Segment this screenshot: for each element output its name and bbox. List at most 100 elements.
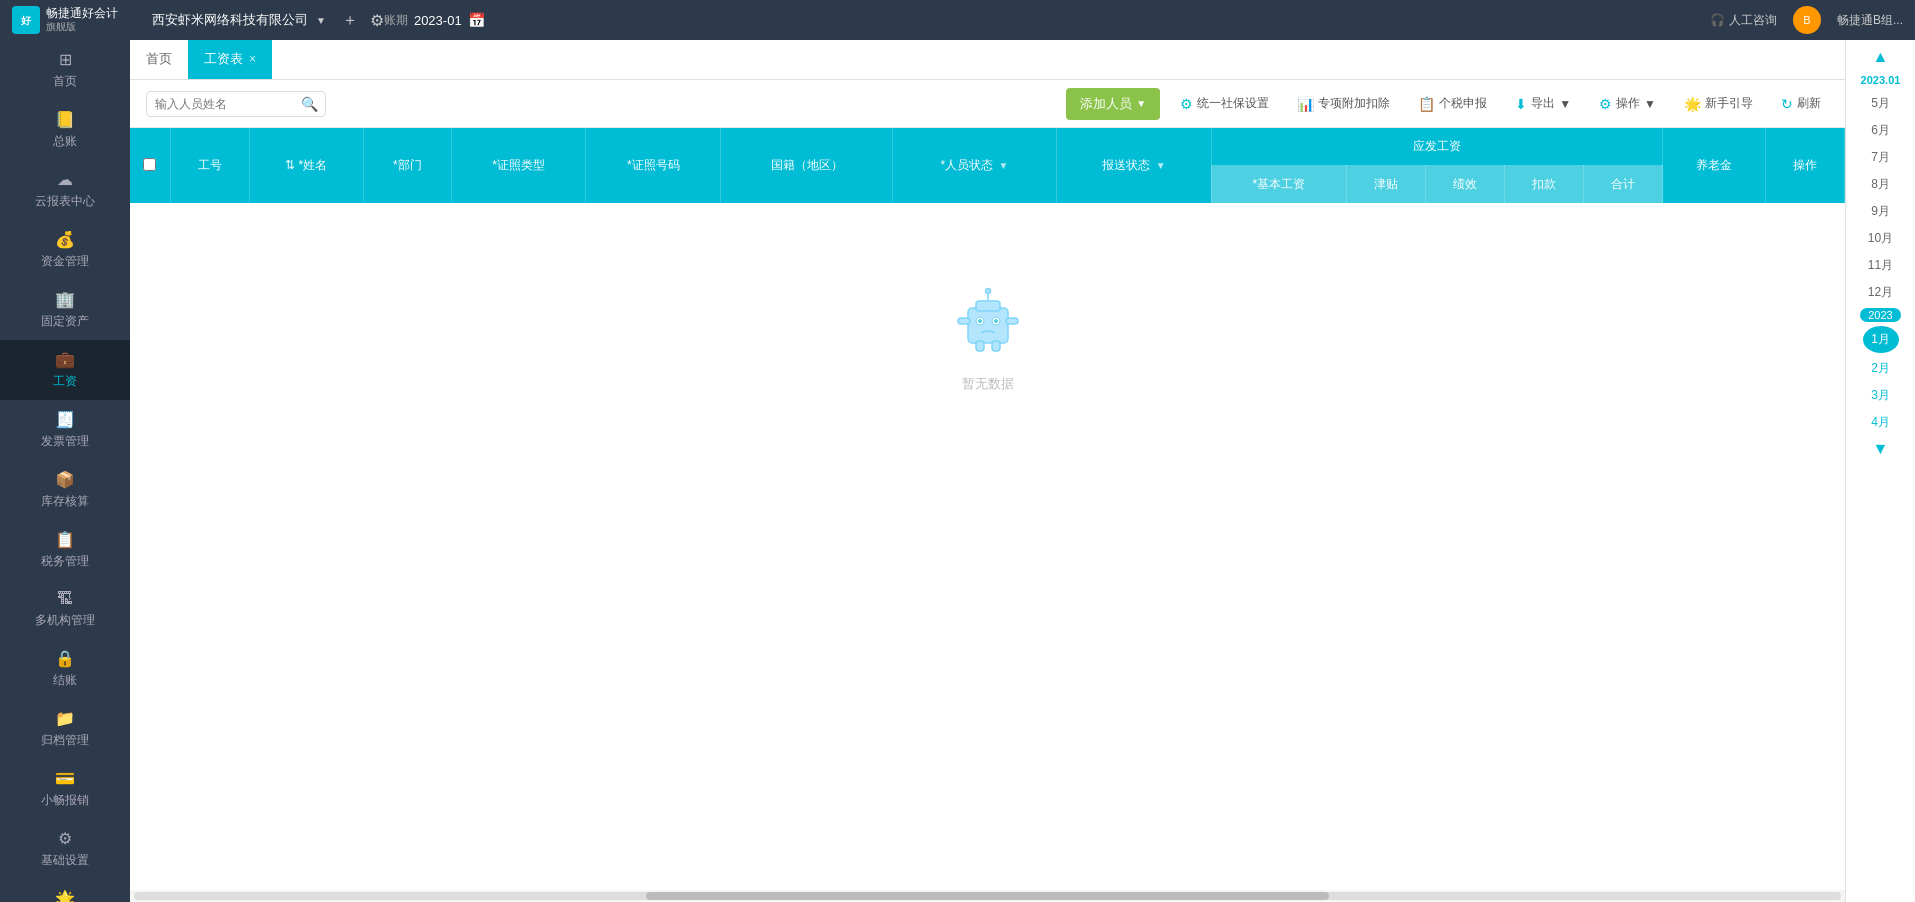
- sidebar-item-ledger[interactable]: 📒 总账: [0, 100, 130, 160]
- sidebar-item-archive[interactable]: 📁 归档管理: [0, 699, 130, 759]
- month-2023-2[interactable]: 2月: [1846, 355, 1915, 382]
- tab-salary-close[interactable]: ×: [249, 52, 256, 66]
- operations-label: 操作: [1616, 95, 1640, 112]
- sidebar-item-guide[interactable]: 🌟 新手引导: [0, 879, 130, 902]
- sidebar-item-multi[interactable]: 🏗 多机构管理: [0, 580, 130, 639]
- sidebar-item-fund[interactable]: 💰 资金管理: [0, 220, 130, 280]
- add-person-btn[interactable]: 添加人员 ▼: [1066, 88, 1160, 120]
- avatar-text: B: [1803, 14, 1810, 26]
- company-dropdown-icon[interactable]: ▼: [316, 15, 326, 26]
- sidebar-close-label: 结账: [53, 672, 77, 689]
- company-name: 西安虾米网络科技有限公司: [152, 11, 308, 29]
- sidebar-item-close[interactable]: 🔒 结账: [0, 639, 130, 699]
- user-name: 畅捷通B组...: [1837, 12, 1903, 29]
- social-settings-btn[interactable]: ⚙ 统一社保设置: [1172, 91, 1277, 116]
- sidebar-expense-label: 小畅报销: [41, 792, 89, 809]
- svg-text:好: 好: [20, 15, 32, 26]
- add-company-btn[interactable]: ＋: [342, 10, 358, 31]
- bottom-scrollbar[interactable]: [130, 890, 1845, 902]
- th-name: ⇅ *姓名: [249, 128, 363, 203]
- month-12[interactable]: 12月: [1846, 279, 1915, 306]
- period-label: 账期: [384, 12, 408, 29]
- top-header: 好 畅捷通好会计 旗舰版 西安虾米网络科技有限公司 ▼ ＋ ⚙ 账期 2023-…: [0, 0, 1915, 40]
- social-label: 统一社保设置: [1197, 95, 1269, 112]
- user-avatar: B: [1793, 6, 1821, 34]
- sidebar-settings-label: 基础设置: [41, 852, 89, 869]
- tab-salary-label: 工资表: [204, 50, 243, 68]
- sidebar-item-invoice[interactable]: 🧾 发票管理: [0, 400, 130, 460]
- svg-rect-12: [976, 341, 984, 351]
- period-calendar-icon[interactable]: 📅: [468, 12, 485, 28]
- month-9[interactable]: 9月: [1846, 198, 1915, 225]
- header-actions: ＋ ⚙: [342, 10, 384, 31]
- month-2023-3[interactable]: 3月: [1846, 382, 1915, 409]
- ledger-icon: 📒: [55, 110, 75, 129]
- th-report-status: 报送状态 ▼: [1056, 128, 1211, 203]
- th-pension: 养老金: [1663, 128, 1765, 203]
- svg-rect-2: [968, 308, 1008, 343]
- th-total: 合计: [1584, 166, 1663, 204]
- sidebar-multi-label: 多机构管理: [35, 612, 95, 629]
- month-6[interactable]: 6月: [1846, 117, 1915, 144]
- status-filter-icon[interactable]: ▼: [999, 160, 1009, 171]
- stock-icon: 📦: [55, 470, 75, 489]
- company-selector[interactable]: 西安虾米网络科技有限公司 ▼: [152, 11, 326, 29]
- tab-home[interactable]: 首页: [130, 40, 188, 79]
- sidebar: ⊞ 首页 📒 总账 ☁ 云报表中心 💰 资金管理 🏢 固定资产 💼 工资 🧾 发…: [0, 40, 130, 902]
- right-panel: ▲ 2023.01 5月 6月 7月 8月 9月 10月 11月 12月 202…: [1845, 40, 1915, 902]
- th-allowance: 津贴: [1346, 166, 1425, 204]
- sidebar-asset-label: 固定资产: [41, 313, 89, 330]
- th-cert-no: *证照号码: [586, 128, 721, 203]
- select-all-checkbox[interactable]: [143, 158, 156, 171]
- sidebar-item-salary[interactable]: 💼 工资: [0, 340, 130, 400]
- sidebar-item-expense[interactable]: 💳 小畅报销: [0, 759, 130, 819]
- th-basic-salary: *基本工资: [1211, 166, 1346, 204]
- logo-title: 畅捷通好会计: [46, 6, 118, 20]
- month-2023-4[interactable]: 4月: [1846, 409, 1915, 436]
- operations-icon: ⚙: [1599, 96, 1612, 112]
- content-area: 首页 工资表 × 🔍 添加人员 ▼ ⚙ 统一社保设置: [130, 40, 1845, 902]
- sidebar-item-stock[interactable]: 📦 库存核算: [0, 460, 130, 520]
- service-label: 人工咨询: [1729, 12, 1777, 29]
- special-label: 专项附加扣除: [1318, 95, 1390, 112]
- period-value: 2023-01: [414, 13, 462, 28]
- month-8[interactable]: 8月: [1846, 171, 1915, 198]
- panel-up-nav[interactable]: ▲: [1869, 44, 1893, 70]
- tax-report-label: 个税申报: [1439, 95, 1487, 112]
- special-deduct-btn[interactable]: 📊 专项附加扣除: [1289, 91, 1398, 116]
- sidebar-item-settings[interactable]: ⚙ 基础设置: [0, 819, 130, 879]
- settings-btn[interactable]: ⚙: [370, 11, 384, 30]
- guide-btn[interactable]: 🌟 新手引导: [1676, 91, 1761, 116]
- logo-text-area: 畅捷通好会计 旗舰版: [46, 6, 118, 34]
- search-input[interactable]: [155, 97, 295, 111]
- logo-area: 好 畅捷通好会计 旗舰版: [12, 6, 142, 34]
- month-10[interactable]: 10月: [1846, 225, 1915, 252]
- sidebar-item-tax[interactable]: 📋 税务管理: [0, 520, 130, 580]
- fund-icon: 💰: [55, 230, 75, 249]
- report-icon: ☁: [57, 170, 73, 189]
- report-filter-icon[interactable]: ▼: [1156, 160, 1166, 171]
- table-container: 工号 ⇅ *姓名 *部门 *证照类型 *证照号码 国籍（地区） *人员状态 ▼ …: [130, 128, 1845, 890]
- service-btn[interactable]: 🎧 人工咨询: [1710, 12, 1777, 29]
- search-box[interactable]: 🔍: [146, 91, 326, 117]
- month-11[interactable]: 11月: [1846, 252, 1915, 279]
- refresh-btn[interactable]: ↻ 刷新: [1773, 91, 1829, 116]
- tab-salary[interactable]: 工资表 ×: [188, 40, 272, 79]
- special-icon: 📊: [1297, 96, 1314, 112]
- sidebar-item-report[interactable]: ☁ 云报表中心: [0, 160, 130, 220]
- asset-icon: 🏢: [55, 290, 75, 309]
- panel-down-nav[interactable]: ▼: [1869, 436, 1893, 462]
- svg-rect-13: [992, 341, 1000, 351]
- month-7[interactable]: 7月: [1846, 144, 1915, 171]
- export-btn[interactable]: ⬇ 导出 ▼: [1507, 91, 1579, 116]
- sidebar-item-home[interactable]: ⊞ 首页: [0, 40, 130, 100]
- operations-btn[interactable]: ⚙ 操作 ▼: [1591, 91, 1664, 116]
- month-5[interactable]: 5月: [1846, 90, 1915, 117]
- expense-icon: 💳: [55, 769, 75, 788]
- export-icon: ⬇: [1515, 96, 1527, 112]
- sidebar-item-asset[interactable]: 🏢 固定资产: [0, 280, 130, 340]
- empty-text: 暂无数据: [962, 375, 1014, 393]
- tax-report-btn[interactable]: 📋 个税申报: [1410, 91, 1495, 116]
- svg-point-7: [994, 319, 998, 323]
- month-2023-1[interactable]: 1月: [1863, 326, 1899, 353]
